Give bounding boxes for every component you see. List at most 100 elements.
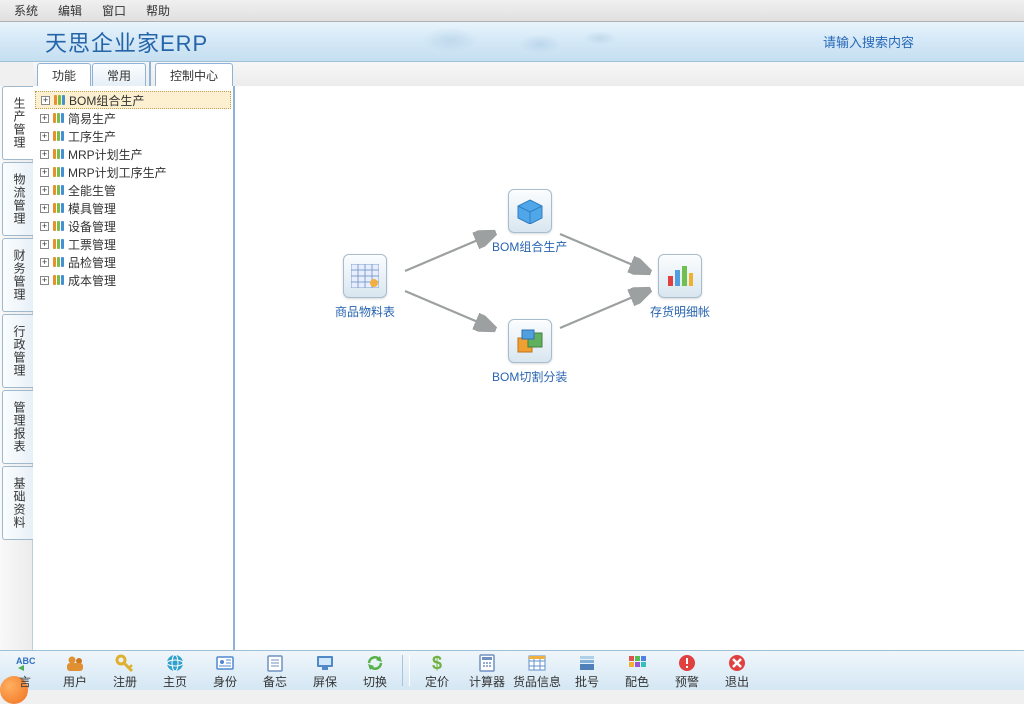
- left-tab-1[interactable]: 常用: [92, 63, 146, 86]
- app-title: 天思企业家ERP: [45, 26, 208, 58]
- tree-item-label: 品检管理: [68, 254, 116, 271]
- search-input[interactable]: 请输入搜索内容: [823, 32, 914, 51]
- stack-icon: [577, 653, 597, 673]
- toolbar-batch[interactable]: 批号: [562, 651, 612, 690]
- tabs-row: 功能常用 控制中心: [0, 62, 1024, 86]
- toolbar-users[interactable]: 用户: [50, 651, 100, 690]
- globe-icon: [165, 653, 185, 673]
- flow-node-inventory-ledger[interactable]: 存货明细帐: [650, 254, 710, 320]
- tree-item-10[interactable]: +成本管理: [35, 271, 231, 289]
- expand-icon[interactable]: +: [40, 168, 49, 177]
- toolbar-label: 批号: [575, 673, 599, 690]
- expand-icon[interactable]: +: [40, 222, 49, 231]
- alert-icon: [677, 653, 697, 673]
- toolbar-register[interactable]: 注册: [100, 651, 150, 690]
- toolbar-memo[interactable]: 备忘: [250, 651, 300, 690]
- calc-icon: [477, 653, 497, 673]
- toolbar-home[interactable]: 主页: [150, 651, 200, 690]
- menu-item-1[interactable]: 编辑: [48, 0, 92, 21]
- main: 生产管理物流管理财务管理行政管理管理报表基础资料 +BOM组合生产+简易生产+工…: [0, 86, 1024, 650]
- tree-item-label: BOM组合生产: [69, 92, 144, 109]
- tree-item-5[interactable]: +全能生管: [35, 181, 231, 199]
- tree-item-7[interactable]: +设备管理: [35, 217, 231, 235]
- tree-item-8[interactable]: + 工票管理: [35, 235, 231, 253]
- menubar[interactable]: 系统编辑窗口帮助: [0, 0, 1024, 22]
- bars-icon: [53, 203, 64, 213]
- expand-icon[interactable]: +: [41, 96, 50, 105]
- right-tabs: 控制中心: [149, 62, 1024, 86]
- toolbar-calculator[interactable]: 计算器: [462, 651, 512, 690]
- tree-item-3[interactable]: + MRP计划生产: [35, 145, 231, 163]
- tree-item-label: 工票管理: [68, 236, 116, 253]
- bars-icon: [53, 113, 64, 123]
- flow-node-label: 商品物料表: [335, 303, 395, 320]
- toolbar-label: 屏保: [313, 673, 337, 690]
- toolbar-label: 货品信息: [513, 673, 561, 690]
- vtab-1[interactable]: 物流管理: [2, 162, 36, 236]
- toolbar-goods[interactable]: 货品信息: [512, 651, 562, 690]
- toolbar-separator: [402, 655, 410, 686]
- expand-icon[interactable]: +: [40, 204, 49, 213]
- flow-node-label: BOM组合生产: [492, 238, 567, 255]
- expand-icon[interactable]: +: [40, 240, 49, 249]
- expand-icon[interactable]: +: [40, 258, 49, 267]
- toolbar-pricing[interactable]: $定价: [412, 651, 462, 690]
- expand-icon[interactable]: +: [40, 276, 49, 285]
- bars-icon: [53, 167, 64, 177]
- bars-icon: [53, 275, 64, 285]
- toolbar-label: 退出: [725, 673, 749, 690]
- tree: +BOM组合生产+简易生产+工序生产+MRP计划生产+MRP计划工序生产+全能生…: [33, 86, 233, 294]
- tree-item-1[interactable]: +简易生产: [35, 109, 231, 127]
- right-tab-0[interactable]: 控制中心: [155, 63, 233, 86]
- toolbar-theme[interactable]: 配色: [612, 651, 662, 690]
- toolbar-identity[interactable]: 身份: [200, 651, 250, 690]
- tree-item-label: MRP计划生产: [68, 146, 143, 163]
- flow-node-bom-split[interactable]: BOM切割分装: [492, 319, 567, 385]
- spreadsheet-icon: [343, 254, 387, 298]
- chart-icon: [658, 254, 702, 298]
- close-icon: [727, 653, 747, 673]
- expand-icon[interactable]: +: [40, 150, 49, 159]
- key-icon: [115, 653, 135, 673]
- tree-item-9[interactable]: + 品检管理: [35, 253, 231, 271]
- menu-item-2[interactable]: 窗口: [92, 0, 136, 21]
- vtab-3[interactable]: 行政管理: [2, 314, 36, 388]
- menu-item-0[interactable]: 系统: [4, 0, 48, 21]
- tree-item-6[interactable]: +模具管理: [35, 199, 231, 217]
- toolbar-exit[interactable]: 退出: [712, 651, 762, 690]
- vtab-4[interactable]: 管理报表: [2, 390, 36, 464]
- vtab-5[interactable]: 基础资料: [2, 466, 36, 540]
- flow-arrow: [555, 286, 655, 336]
- expand-icon[interactable]: +: [40, 132, 49, 141]
- toolbar-switch[interactable]: 切换: [350, 651, 400, 690]
- bars-icon: [53, 257, 64, 267]
- toolbar-label: 切换: [363, 673, 387, 690]
- refresh-icon: [365, 653, 385, 673]
- tree-item-2[interactable]: +工序生产: [35, 127, 231, 145]
- flow-node-material-table[interactable]: 商品物料表: [335, 254, 395, 320]
- flow-arrow: [400, 226, 500, 276]
- menu-item-3[interactable]: 帮助: [136, 0, 180, 21]
- abc-icon: ABC: [15, 653, 35, 673]
- bars-icon: [53, 239, 64, 249]
- toolbar-alert[interactable]: 预警: [662, 651, 712, 690]
- expand-icon[interactable]: +: [40, 114, 49, 123]
- toolbar-language[interactable]: ABC 言: [0, 651, 50, 690]
- bars-icon: [53, 221, 64, 231]
- tree-item-0[interactable]: + BOM组合生产: [35, 91, 231, 109]
- left-tab-0[interactable]: 功能: [37, 63, 91, 86]
- toolbar-screensaver[interactable]: 屏保: [300, 651, 350, 690]
- worldmap-decoration: [380, 22, 640, 61]
- toolbar-label: 言: [19, 673, 31, 690]
- toolbar: ABC 言 用户注册主页身份备忘屏保 切换 $定价计算器货品信息批号配色预警退出: [0, 650, 1024, 690]
- users-icon: [65, 653, 85, 673]
- flow-node-bom-assemble[interactable]: BOM组合生产: [492, 189, 567, 255]
- vtab-2[interactable]: 财务管理: [2, 238, 36, 312]
- flow-arrow: [555, 226, 655, 276]
- expand-icon[interactable]: +: [40, 186, 49, 195]
- svg-text:ABC: ABC: [16, 656, 35, 666]
- boxes-icon: [508, 319, 552, 363]
- vtab-0[interactable]: 生产管理: [2, 86, 36, 160]
- note-icon: [265, 653, 285, 673]
- tree-item-4[interactable]: +MRP计划工序生产: [35, 163, 231, 181]
